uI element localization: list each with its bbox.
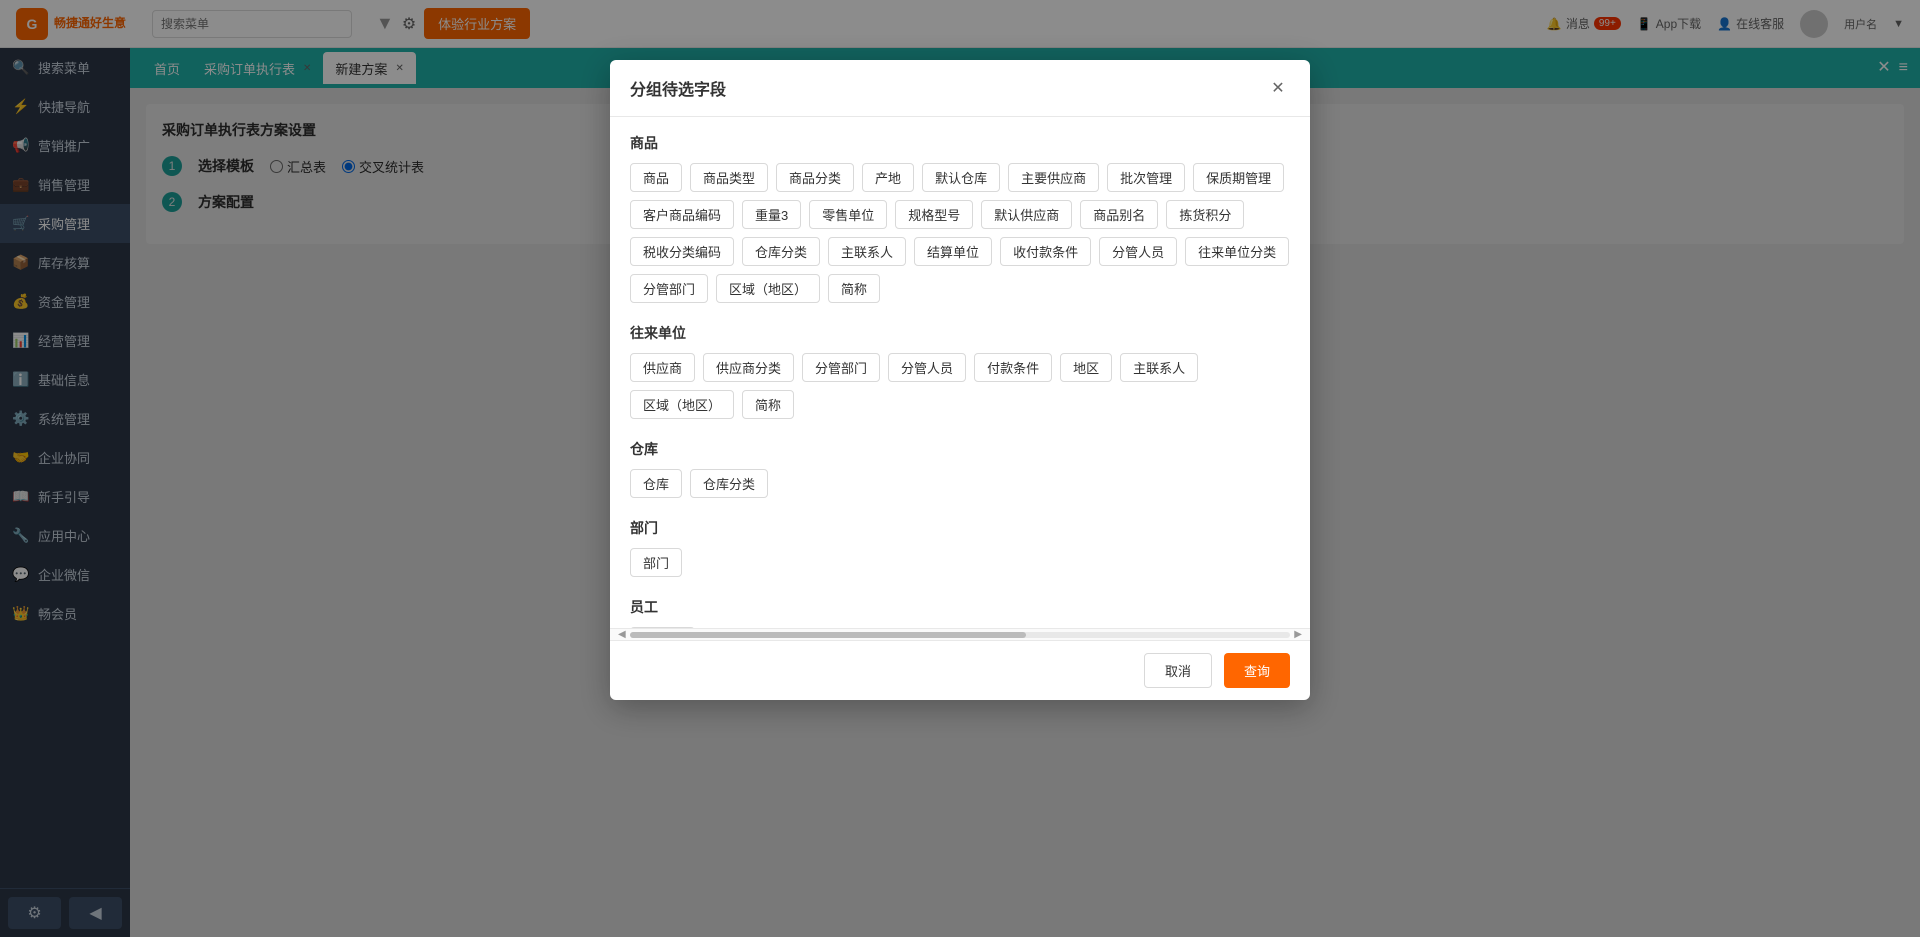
field-tag[interactable]: 仓库分类: [742, 237, 820, 266]
section-dept: 部门 部门: [630, 518, 1290, 577]
field-tag[interactable]: 付款条件: [974, 353, 1052, 382]
cancel-btn[interactable]: 取消: [1144, 653, 1212, 688]
section-partner-fields: 供应商 供应商分类 分管部门 分管人员 付款条件 地区 主联系人 区域（地区） …: [630, 353, 1290, 419]
section-warehouse-fields: 仓库 仓库分类: [630, 469, 1290, 498]
field-tag[interactable]: 地区: [1060, 353, 1112, 382]
field-tag[interactable]: 简称: [742, 390, 794, 419]
section-dept-title: 部门: [630, 518, 1290, 538]
field-tag[interactable]: 简称: [828, 274, 880, 303]
field-tag[interactable]: 客户商品编码: [630, 200, 734, 229]
modal-body[interactable]: 商品 商品 商品类型 商品分类 产地 默认仓库 主要供应商 批次管理 保质期管理…: [610, 117, 1310, 628]
field-tag[interactable]: 税收分类编码: [630, 237, 734, 266]
hscroll-track[interactable]: [630, 632, 1291, 638]
field-tag[interactable]: 默认供应商: [981, 200, 1072, 229]
field-tag[interactable]: 产地: [862, 163, 914, 192]
section-warehouse-title: 仓库: [630, 439, 1290, 459]
field-tag[interactable]: 分管部门: [802, 353, 880, 382]
section-partner-title: 往来单位: [630, 323, 1290, 343]
field-tag[interactable]: 分管部门: [630, 274, 708, 303]
field-tag[interactable]: 主联系人: [828, 237, 906, 266]
modal-title: 分组待选字段: [630, 76, 726, 100]
field-tag[interactable]: 部门: [630, 548, 682, 577]
field-tag[interactable]: 批次管理: [1107, 163, 1185, 192]
field-tag[interactable]: 保质期管理: [1193, 163, 1284, 192]
modal-actions: 取消 查询: [610, 640, 1310, 700]
field-tag[interactable]: 仓库分类: [690, 469, 768, 498]
field-tag[interactable]: 结算单位: [914, 237, 992, 266]
modal-close-btn[interactable]: ✕: [1266, 76, 1290, 100]
field-tag[interactable]: 主联系人: [1120, 353, 1198, 382]
section-goods-title: 商品: [630, 133, 1290, 153]
field-tag[interactable]: 供应商分类: [703, 353, 794, 382]
field-tag[interactable]: 仓库: [630, 469, 682, 498]
field-select-modal: 分组待选字段 ✕ 商品 商品 商品类型 商品分类 产地 默认仓库 主要供应商 批…: [610, 60, 1310, 700]
field-tag[interactable]: 重量3: [742, 200, 801, 229]
field-tag[interactable]: 分管人员: [1099, 237, 1177, 266]
field-tag[interactable]: 分管人员: [888, 353, 966, 382]
confirm-btn[interactable]: 查询: [1224, 653, 1290, 688]
field-tag[interactable]: 主要供应商: [1008, 163, 1099, 192]
field-tag[interactable]: 默认仓库: [922, 163, 1000, 192]
section-dept-fields: 部门: [630, 548, 1290, 577]
section-warehouse: 仓库 仓库 仓库分类: [630, 439, 1290, 498]
field-tag[interactable]: 区域（地区）: [630, 390, 734, 419]
field-tag[interactable]: 商品分类: [776, 163, 854, 192]
field-tag[interactable]: 规格型号: [895, 200, 973, 229]
hscroll-thumb[interactable]: [630, 632, 1026, 638]
field-tag[interactable]: 商品别名: [1080, 200, 1158, 229]
field-tag[interactable]: 供应商: [630, 353, 695, 382]
section-partner: 往来单位 供应商 供应商分类 分管部门 分管人员 付款条件 地区 主联系人 区域…: [630, 323, 1290, 419]
modal-header: 分组待选字段 ✕: [610, 60, 1310, 117]
field-tag[interactable]: 区域（地区）: [716, 274, 820, 303]
modal-hscroll[interactable]: ◀ ▶: [610, 628, 1310, 640]
field-tag[interactable]: 零售单位: [809, 200, 887, 229]
section-goods: 商品 商品 商品类型 商品分类 产地 默认仓库 主要供应商 批次管理 保质期管理…: [630, 133, 1290, 303]
field-tag[interactable]: 商品: [630, 163, 682, 192]
section-employee-title: 员工: [630, 597, 1290, 617]
section-goods-fields: 商品 商品类型 商品分类 产地 默认仓库 主要供应商 批次管理 保质期管理 客户…: [630, 163, 1290, 303]
section-employee: 员工 业务员: [630, 597, 1290, 628]
modal-overlay: 分组待选字段 ✕ 商品 商品 商品类型 商品分类 产地 默认仓库 主要供应商 批…: [0, 0, 1920, 937]
field-tag[interactable]: 往来单位分类: [1185, 237, 1289, 266]
hscroll-left-arrow[interactable]: ◀: [614, 629, 630, 640]
hscroll-right-arrow[interactable]: ▶: [1290, 629, 1306, 640]
field-tag[interactable]: 拣货积分: [1166, 200, 1244, 229]
field-tag[interactable]: 收付款条件: [1000, 237, 1091, 266]
field-tag[interactable]: 商品类型: [690, 163, 768, 192]
